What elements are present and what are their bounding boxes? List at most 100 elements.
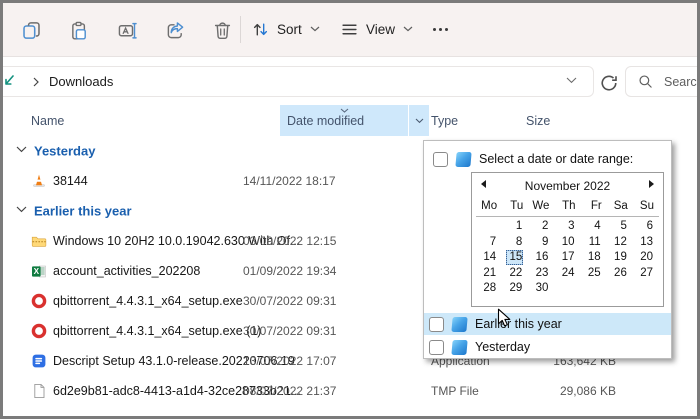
select-date-range-option[interactable]: Select a date or date range: [433, 149, 667, 169]
calendar-day[interactable]: 30 [532, 281, 549, 296]
calendar-grid: 1 2 3 4 5 6 7 8 9 10 11 12 13 14 15 16 17 18 19 20 21 22 23 24 2… [476, 219, 659, 297]
refresh-button[interactable] [599, 73, 619, 93]
calendar-day-selected[interactable]: 15 [506, 250, 524, 265]
date-range-icon [455, 151, 472, 167]
file-row[interactable]: 6d2e9b81-adc8-4413-a1d4-32ce28733b21... … [3, 376, 697, 406]
calendar-day[interactable]: 28 [480, 281, 497, 296]
calendar-day[interactable]: 6 [637, 219, 654, 234]
share-icon [166, 21, 185, 40]
group-label: Yesterday [34, 143, 96, 159]
calendar-day[interactable]: 20 [637, 250, 654, 265]
file-date: 30/07/2022 09:31 [243, 324, 337, 338]
delete-button[interactable] [209, 17, 235, 43]
group-label: Earlier this year [34, 203, 132, 219]
calendar: November 2022 Mo Tu We Th Fr Sa Su 1 2 3 4 5 6 7 8 9 10… [471, 172, 664, 307]
chevron-down-icon [415, 118, 424, 124]
calendar-day[interactable]: 10 [559, 235, 576, 250]
file-name: qbittorrent_4.4.3.1_x64_setup.exe [53, 294, 243, 308]
toolbar: Sort View [3, 3, 697, 57]
calendar-day-name: Fr [590, 200, 602, 212]
chevron-down-icon[interactable] [16, 146, 27, 153]
calendar-day[interactable]: 23 [532, 266, 549, 281]
sort-direction-chevron-icon [340, 108, 349, 113]
address-dropdown-chevron-icon[interactable] [566, 77, 577, 84]
calendar-day[interactable]: 2 [532, 219, 549, 234]
address-bar[interactable]: Downloads [3, 66, 594, 97]
calendar-day[interactable]: 19 [611, 250, 628, 265]
chevron-down-icon [310, 26, 320, 32]
calendar-day[interactable]: 24 [559, 266, 576, 281]
vlc-file-icon [31, 173, 47, 189]
checkbox[interactable] [433, 151, 448, 167]
calendar-day[interactable]: 7 [480, 235, 497, 250]
calendar-day-name: Mo [481, 200, 498, 212]
breadcrumb[interactable]: Downloads [49, 74, 113, 89]
date-modified-label: Date modified [287, 113, 365, 128]
sort-icon [252, 21, 269, 38]
file-name: account_activities_202208 [53, 264, 201, 278]
more-options-icon [432, 27, 448, 31]
more-options-button[interactable] [427, 16, 453, 42]
calendar-day[interactable]: 9 [532, 235, 549, 250]
filter-option-label: Earlier this year [475, 317, 562, 331]
search-placeholder: Search Downloads [664, 74, 700, 89]
sort-button[interactable]: Sort [252, 14, 320, 44]
filter-option-label: Yesterday [475, 340, 531, 354]
calendar-day[interactable]: 25 [585, 266, 602, 281]
calendar-day[interactable]: 12 [611, 235, 628, 250]
date-filter-dropdown: Select a date or date range: November 20… [423, 140, 672, 359]
calendar-prev-month-icon[interactable] [481, 180, 486, 188]
share-button[interactable] [162, 17, 188, 43]
sort-label: Sort [277, 21, 302, 37]
copy-button[interactable] [18, 17, 44, 43]
calendar-day-name: We [532, 200, 550, 212]
calendar-day[interactable]: 8 [506, 235, 523, 250]
calendar-day[interactable]: 21 [480, 266, 497, 281]
calendar-header: November 2022 [472, 173, 663, 198]
qbittorrent-icon [31, 293, 47, 309]
chevron-down-icon[interactable] [16, 206, 27, 213]
calendar-day[interactable]: 27 [637, 266, 654, 281]
file-date: 08/07/2022 21:37 [243, 384, 337, 398]
view-icon [341, 21, 358, 38]
calendar-day[interactable]: 5 [611, 219, 628, 234]
column-header-name[interactable]: Name [31, 105, 64, 136]
calendar-day[interactable]: 22 [506, 266, 523, 281]
calendar-day[interactable]: 11 [585, 235, 602, 250]
column-header-size[interactable]: Size [526, 105, 550, 136]
address-bar-row: Downloads Search Downloads [3, 57, 697, 106]
search-input[interactable]: Search Downloads [625, 66, 700, 97]
checkbox[interactable] [429, 339, 444, 355]
breadcrumb-chevron-icon [33, 77, 39, 87]
rename-button[interactable] [114, 17, 140, 43]
checkbox[interactable] [429, 316, 444, 332]
calendar-day[interactable]: 13 [637, 235, 654, 250]
calendar-next-month-icon[interactable] [649, 180, 654, 188]
calendar-day[interactable]: 26 [611, 266, 628, 281]
file-date: 01/09/2022 19:34 [243, 264, 337, 278]
column-header-type[interactable]: Type [431, 105, 458, 136]
date-range-icon [451, 339, 468, 355]
calendar-month-label[interactable]: November 2022 [525, 179, 610, 193]
tmp-file-icon [31, 383, 47, 399]
calendar-day-name: Tu [510, 200, 524, 212]
date-filter-dropdown-button[interactable] [409, 105, 429, 136]
calendar-day[interactable]: 14 [480, 250, 497, 265]
calendar-day-name: Sa [613, 200, 628, 212]
calendar-day[interactable]: 29 [506, 281, 523, 296]
excel-file-icon: X [31, 263, 47, 279]
view-button[interactable]: View [341, 14, 413, 44]
file-explorer-window: Sort View Downloads Search Name Date mod… [0, 0, 700, 419]
filter-option-earlier-this-year[interactable]: Earlier this year [424, 313, 671, 335]
calendar-day[interactable]: 1 [506, 219, 523, 234]
calendar-day[interactable]: 4 [585, 219, 602, 234]
calendar-day[interactable]: 3 [559, 219, 576, 234]
filter-option-yesterday[interactable]: Yesterday [424, 336, 671, 358]
paste-button[interactable] [66, 17, 92, 43]
calendar-day[interactable]: 16 [532, 250, 549, 265]
calendar-day[interactable]: 18 [585, 250, 602, 265]
copy-icon [22, 21, 41, 40]
calendar-day[interactable]: 17 [559, 250, 576, 265]
calendar-day-names: Mo Tu We Th Fr Sa Su [476, 198, 659, 217]
column-headers: Name Date modified Type Size [3, 105, 697, 136]
